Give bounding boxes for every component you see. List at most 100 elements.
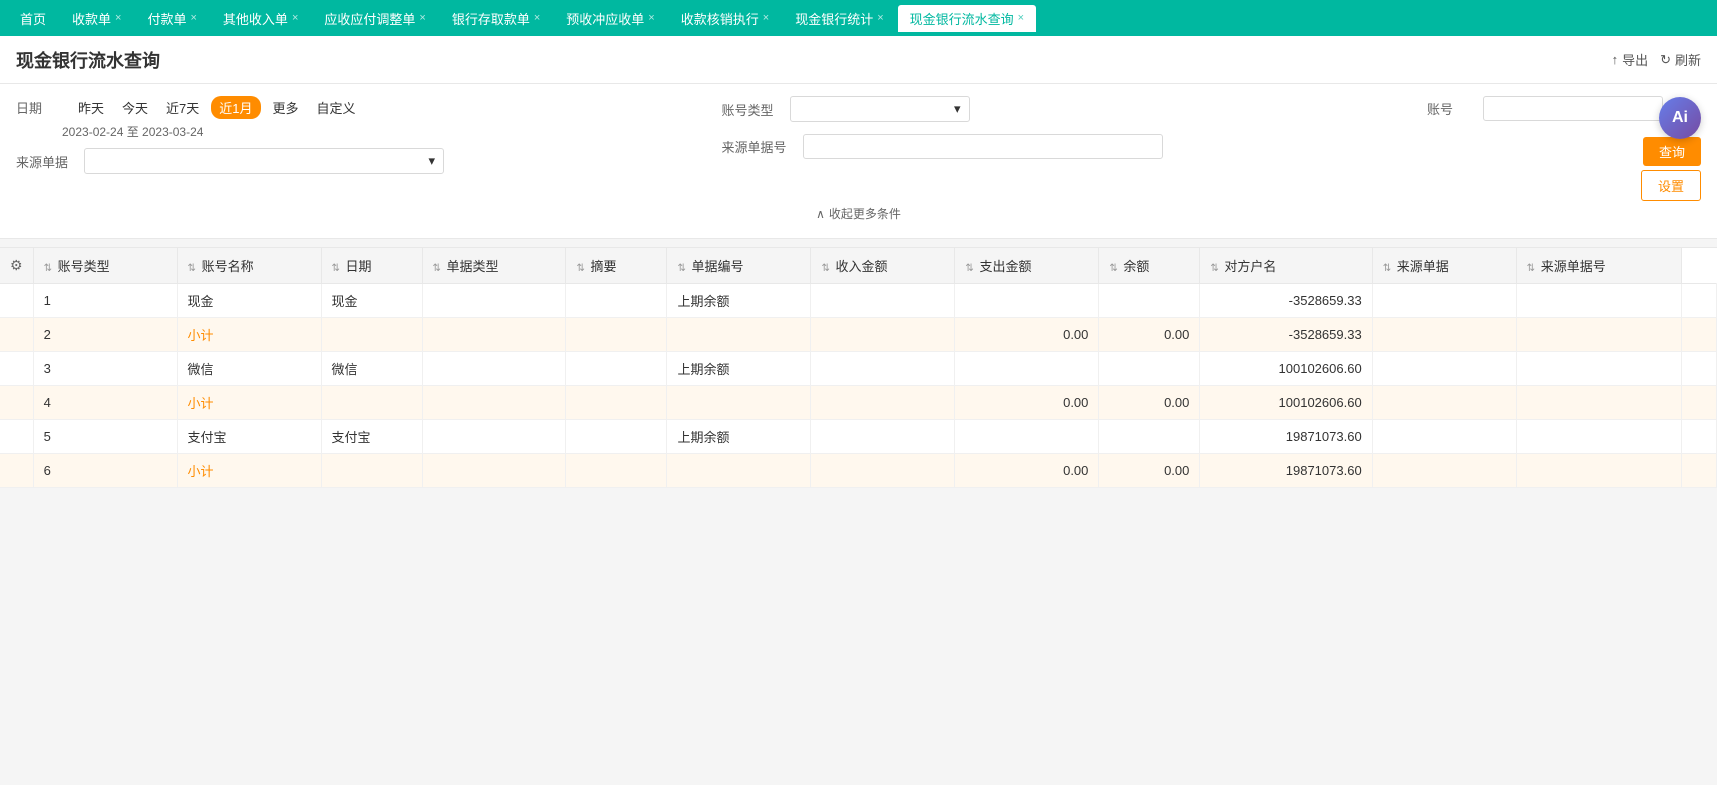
date-btn-more[interactable]: 更多 — [267, 96, 305, 119]
row-account-type: 小计 — [177, 454, 321, 488]
date-btn-custom[interactable]: 自定义 — [311, 96, 362, 119]
table-row[interactable]: 3微信微信上期余额100102606.60 — [0, 352, 1717, 386]
table-header-settings: ⚙ — [0, 248, 33, 284]
close-advance-icon[interactable]: × — [648, 12, 654, 24]
collapse-button[interactable]: ∧ 收起更多条件 — [816, 205, 901, 222]
sort-expense-icon[interactable]: ⇅ — [965, 263, 973, 274]
row-source-doc-no — [1682, 454, 1717, 488]
row-balance: 100102606.60 — [1200, 352, 1372, 386]
row-expense — [1099, 352, 1200, 386]
nav-item-advance[interactable]: 预收冲应收单 × — [554, 5, 666, 32]
table-row[interactable]: 1现金现金上期余额-3528659.33 — [0, 284, 1717, 318]
sort-doc-no-icon[interactable]: ⇅ — [677, 263, 685, 274]
row-summary — [667, 386, 811, 420]
sort-account-type-icon[interactable]: ⇅ — [44, 263, 52, 274]
sort-counterparty-icon[interactable]: ⇅ — [1210, 263, 1218, 274]
row-account-type: 现金 — [177, 284, 321, 318]
row-doc-type — [566, 420, 667, 454]
close-verify-icon[interactable]: × — [763, 12, 769, 24]
nav-label-receipt: 收款单 — [72, 9, 111, 28]
row-counterparty — [1372, 284, 1516, 318]
table-gear-icon[interactable]: ⚙ — [10, 257, 23, 273]
page-header: 现金银行流水查询 ↑ 导出 ↻ 刷新 — [0, 36, 1717, 84]
table-row[interactable]: 2小计0.000.00-3528659.33 — [0, 318, 1717, 352]
source-doc-no-label: 来源单据号 — [722, 137, 787, 156]
account-type-label: 账号类型 — [722, 100, 774, 119]
nav-item-adjustment[interactable]: 应收应付调整单 × — [312, 5, 437, 32]
table-row[interactable]: 6小计0.000.0019871073.60 — [0, 454, 1717, 488]
settings-button[interactable]: 设置 — [1641, 170, 1701, 201]
source-doc-chevron-icon: ▾ — [428, 153, 435, 169]
nav-label-flow-query: 现金银行流水查询 — [910, 9, 1014, 28]
row-account-type: 小计 — [177, 386, 321, 420]
nav-item-bank-deposit[interactable]: 银行存取款单 × — [440, 5, 552, 32]
row-balance: 19871073.60 — [1200, 420, 1372, 454]
row-counterparty — [1372, 454, 1516, 488]
row-source-doc-no — [1682, 386, 1717, 420]
date-range-display: 2023-02-24 至 2023-03-24 — [62, 125, 203, 139]
close-bank-deposit-icon[interactable]: × — [534, 12, 540, 24]
export-button[interactable]: ↑ 导出 — [1612, 50, 1649, 69]
sort-date-icon[interactable]: ⇅ — [332, 263, 340, 274]
close-payment-icon[interactable]: × — [190, 12, 196, 24]
account-type-select[interactable]: ▾ — [790, 96, 970, 122]
row-source-doc-no — [1682, 284, 1717, 318]
source-doc-no-input[interactable] — [803, 134, 1163, 159]
nav-item-other-income[interactable]: 其他收入单 × — [211, 5, 310, 32]
nav-item-verify[interactable]: 收款核销执行 × — [669, 5, 781, 32]
row-balance: -3528659.33 — [1200, 318, 1372, 352]
table-header-doc-type: ⇅ 单据类型 — [422, 248, 566, 284]
table-row[interactable]: 4小计0.000.00100102606.60 — [0, 386, 1717, 420]
sort-summary-icon[interactable]: ⇅ — [576, 263, 584, 274]
row-doc-no — [811, 386, 955, 420]
close-adjustment-icon[interactable]: × — [419, 12, 425, 24]
account-type-chevron-icon: ▾ — [954, 101, 961, 117]
date-btn-today[interactable]: 今天 — [116, 96, 154, 119]
account-input[interactable] — [1483, 96, 1663, 121]
row-account-type: 支付宝 — [177, 420, 321, 454]
row-num: 3 — [33, 352, 177, 386]
nav-item-payment[interactable]: 付款单 × — [135, 5, 208, 32]
refresh-button[interactable]: ↻ 刷新 — [1660, 50, 1701, 69]
close-other-income-icon[interactable]: × — [292, 12, 298, 24]
row-settings-cell — [0, 352, 33, 386]
date-filter-label: 日期 — [16, 98, 56, 117]
sort-income-icon[interactable]: ⇅ — [821, 263, 829, 274]
table-header-source-doc-no: ⇅ 来源单据号 — [1516, 248, 1682, 284]
close-flow-query-icon[interactable]: × — [1018, 12, 1024, 24]
row-summary — [667, 454, 811, 488]
sort-source-doc-icon[interactable]: ⇅ — [1383, 263, 1391, 274]
row-doc-no — [811, 352, 955, 386]
row-doc-no — [811, 420, 955, 454]
sort-source-doc-no-icon[interactable]: ⇅ — [1527, 263, 1535, 274]
export-icon: ↑ — [1612, 52, 1619, 67]
date-btn-1month[interactable]: 近1月 — [211, 96, 260, 119]
row-doc-type — [566, 352, 667, 386]
nav-item-flow-query[interactable]: 现金银行流水查询 × — [898, 5, 1036, 32]
date-options: 昨天 今天 近7天 近1月 更多 自定义 — [72, 96, 362, 119]
query-button[interactable]: 查询 — [1643, 137, 1701, 166]
row-doc-type — [566, 454, 667, 488]
row-num: 5 — [33, 420, 177, 454]
table-row[interactable]: 5支付宝支付宝上期余额19871073.60 — [0, 420, 1717, 454]
sort-balance-icon[interactable]: ⇅ — [1109, 263, 1117, 274]
sort-account-name-icon[interactable]: ⇅ — [188, 263, 196, 274]
close-receipt-icon[interactable]: × — [115, 12, 121, 24]
nav-item-home[interactable]: 首页 — [8, 5, 58, 32]
date-btn-7days[interactable]: 近7天 — [160, 96, 205, 119]
row-source-doc — [1516, 420, 1682, 454]
row-income: 0.00 — [955, 318, 1099, 352]
ai-assistant-button[interactable]: Ai — [1659, 97, 1701, 139]
table-header-income: ⇅ 收入金额 — [811, 248, 955, 284]
row-counterparty — [1372, 318, 1516, 352]
row-source-doc — [1516, 386, 1682, 420]
sort-doc-type-icon[interactable]: ⇅ — [433, 263, 441, 274]
source-doc-select[interactable]: ▾ — [84, 148, 444, 174]
row-balance: 100102606.60 — [1200, 386, 1372, 420]
row-settings-cell — [0, 420, 33, 454]
nav-label-advance: 预收冲应收单 — [566, 9, 644, 28]
nav-item-receipt[interactable]: 收款单 × — [60, 5, 133, 32]
nav-item-stats[interactable]: 现金银行统计 × — [783, 5, 895, 32]
close-stats-icon[interactable]: × — [877, 12, 883, 24]
date-btn-yesterday[interactable]: 昨天 — [72, 96, 110, 119]
